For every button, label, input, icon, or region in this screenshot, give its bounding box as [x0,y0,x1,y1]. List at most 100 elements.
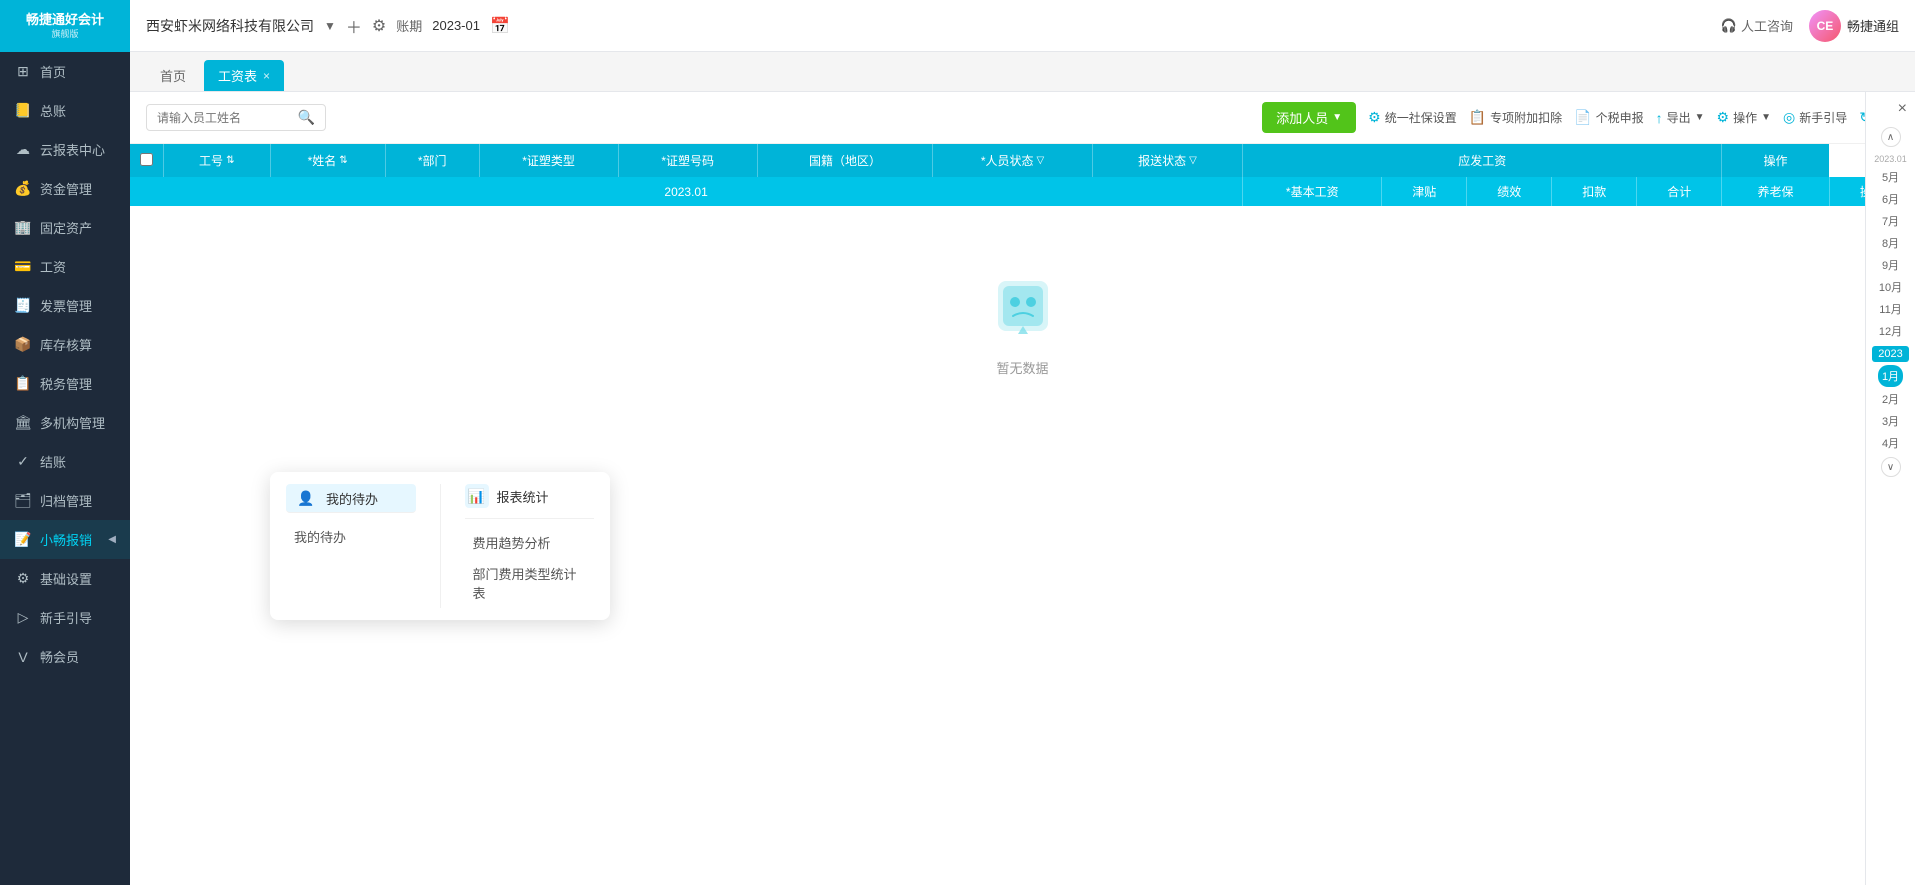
sidebar-label-home: 首页 [40,62,66,81]
sidebar-item-fund[interactable]: 💰 资金管理 [0,169,130,208]
timeline-month-10[interactable]: 10月 [1866,276,1915,298]
popup-item-dept-expense[interactable]: 部门费用类型统计表 [465,558,595,608]
popup-item-expense-trend[interactable]: 费用趋势分析 [465,527,595,558]
timeline-month-6[interactable]: 6月 [1866,188,1915,210]
social-security-button[interactable]: ⚙ 统一社保设置 [1368,109,1457,126]
sidebar-item-guide[interactable]: ▷ 新手引导 [0,598,130,637]
export-label: 导出 [1667,109,1691,126]
add-company-button[interactable]: ＋ [346,14,362,38]
th-id-no: *证塑号码 [618,144,757,177]
sidebar-label-tax: 税务管理 [40,374,92,393]
user-info[interactable]: CE 畅捷通组 [1809,10,1899,42]
popup-divider [440,484,441,608]
tax-report-button[interactable]: 📄 个税申报 [1574,109,1643,126]
timeline-month-11[interactable]: 11月 [1866,298,1915,320]
social-security-icon: ⚙ [1368,109,1381,126]
th-name: *姓名 ⇅ [270,144,385,177]
inventory-icon: 📦 [14,336,32,354]
timeline-month-3[interactable]: 3月 [1866,410,1915,432]
current-year-badge: 2023 [1872,346,1908,362]
period-label: 账期 [396,16,422,35]
select-all-checkbox[interactable] [140,153,153,166]
add-person-button[interactable]: 添加人员 ▼ [1262,102,1356,133]
settings-button[interactable]: ⚙ [372,16,386,36]
timeline-month-1-active[interactable]: 1月 [1878,365,1903,387]
add-dropdown-icon: ▼ [1332,112,1342,123]
timeline-month-4[interactable]: 4月 [1866,432,1915,454]
search-wrapper[interactable]: 🔍 [146,104,326,131]
sidebar-item-expense[interactable]: 📝 小畅报销 ◀ [0,520,130,559]
customer-service-button[interactable]: 🎧 人工咨询 [1721,16,1793,35]
sidebar-item-inventory[interactable]: 📦 库存核算 [0,325,130,364]
sidebar-item-basic-settings[interactable]: ⚙ 基础设置 [0,559,130,598]
tab-home[interactable]: 首页 [146,60,200,91]
sort-icon-name[interactable]: ⇅ [339,155,347,166]
timeline-month-2[interactable]: 2月 [1866,388,1915,410]
headset-icon: 🎧 [1721,18,1737,34]
fund-icon: 💰 [14,180,32,198]
operations-button[interactable]: ⚙ 操作 ▼ [1717,109,1771,126]
basic-settings-icon: ⚙ [14,570,32,588]
fixed-assets-icon: 🏢 [14,219,32,237]
sidebar-item-ledger[interactable]: 📒 总账 [0,91,130,130]
timeline-close-button[interactable]: × [1898,100,1907,118]
tab-close-icon[interactable]: × [263,69,270,83]
export-icon: ↑ [1656,110,1663,126]
sidebar-item-member[interactable]: V 畅会员 [0,637,130,676]
report-icon: 📊 [465,484,489,508]
sidebar-item-salary[interactable]: 💳 工资 [0,247,130,286]
calendar-icon[interactable]: 📅 [490,16,510,36]
company-dropdown-icon[interactable]: ▼ [324,19,336,33]
sidebar-item-home[interactable]: ⊞ 首页 [0,52,130,91]
timeline-month-9[interactable]: 9月 [1866,254,1915,276]
timeline-prev-button[interactable]: ∧ [1881,127,1901,147]
th-checkbox[interactable] [130,144,164,177]
ledger-icon: 📒 [14,102,32,120]
empty-icon [983,266,1063,346]
cloud-icon: ☁ [14,141,32,159]
sidebar-label-checkout: 结账 [40,452,66,471]
popup-section: 👤 我的待办 我的待办 📊 报表统计 费用趋势分析 [270,472,610,620]
sidebar-item-checkout[interactable]: ✓ 结账 [0,442,130,481]
th-year-col: 2023.01 [130,177,1243,206]
th-report-status: 报送状态 ▽ [1092,144,1243,177]
sidebar: 畅捷通好会计 旗舰版 ⊞ 首页 📒 总账 ☁ 云报表中心 💰 资金管理 🏢 固定… [0,0,130,885]
sidebar-label-inventory: 库存核算 [40,335,92,354]
search-input[interactable] [157,111,292,125]
filter-icon-report[interactable]: ▽ [1189,155,1197,166]
timeline-month-5[interactable]: 5月 [1866,166,1915,188]
popup-dropdown: 👤 我的待办 我的待办 📊 报表统计 费用趋势分析 [270,472,610,620]
sidebar-label-cloud-report: 云报表中心 [40,140,105,159]
tab-salary[interactable]: 工资表 × [204,60,284,91]
filter-icon-personnel[interactable]: ▽ [1037,155,1045,166]
popup-left-title: 我的待办 [326,489,378,508]
export-button[interactable]: ↑ 导出 ▼ [1656,109,1705,126]
sidebar-item-archive[interactable]: 🗂 归档管理 [0,481,130,520]
tab-home-label: 首页 [160,69,186,84]
company-name[interactable]: 西安虾米网络科技有限公司 [146,16,314,36]
sidebar-label-member: 畅会员 [40,647,79,666]
sidebar-item-cloud-report[interactable]: ☁ 云报表中心 [0,130,130,169]
period-value[interactable]: 2023-01 [432,18,480,33]
sidebar-label-fund: 资金管理 [40,179,92,198]
sort-icon-emp-no[interactable]: ⇅ [226,155,234,166]
sidebar-item-tax[interactable]: 📋 税务管理 [0,364,130,403]
special-deduction-icon: 📋 [1469,109,1486,126]
timeline-panel: × ∧ 2023.01 5月 6月 7月 8月 9月 10月 1 [1865,92,1915,885]
timeline-month-7[interactable]: 7月 [1866,210,1915,232]
timeline-month-8[interactable]: 8月 [1866,232,1915,254]
th-bonus: 津贴 [1382,177,1467,206]
timeline-next-button[interactable]: ∨ [1881,457,1901,477]
sidebar-item-multi-org[interactable]: 🏛 多机构管理 [0,403,130,442]
th-dept: *部门 [385,144,479,177]
popup-right-title: 报表统计 [497,487,549,506]
sidebar-item-fixed-assets[interactable]: 🏢 固定资产 [0,208,130,247]
popup-item-my-todo[interactable]: 我的待办 [286,521,416,552]
th-id-type: *证塑类型 [479,144,618,177]
user-name: 畅捷通组 [1847,16,1899,35]
sidebar-label-ledger: 总账 [40,101,66,120]
guide-button[interactable]: ◎ 新手引导 [1783,109,1847,126]
timeline-month-12[interactable]: 12月 [1866,320,1915,342]
special-deduction-button[interactable]: 📋 专项附加扣除 [1469,109,1562,126]
sidebar-item-invoice[interactable]: 🧾 发票管理 [0,286,130,325]
